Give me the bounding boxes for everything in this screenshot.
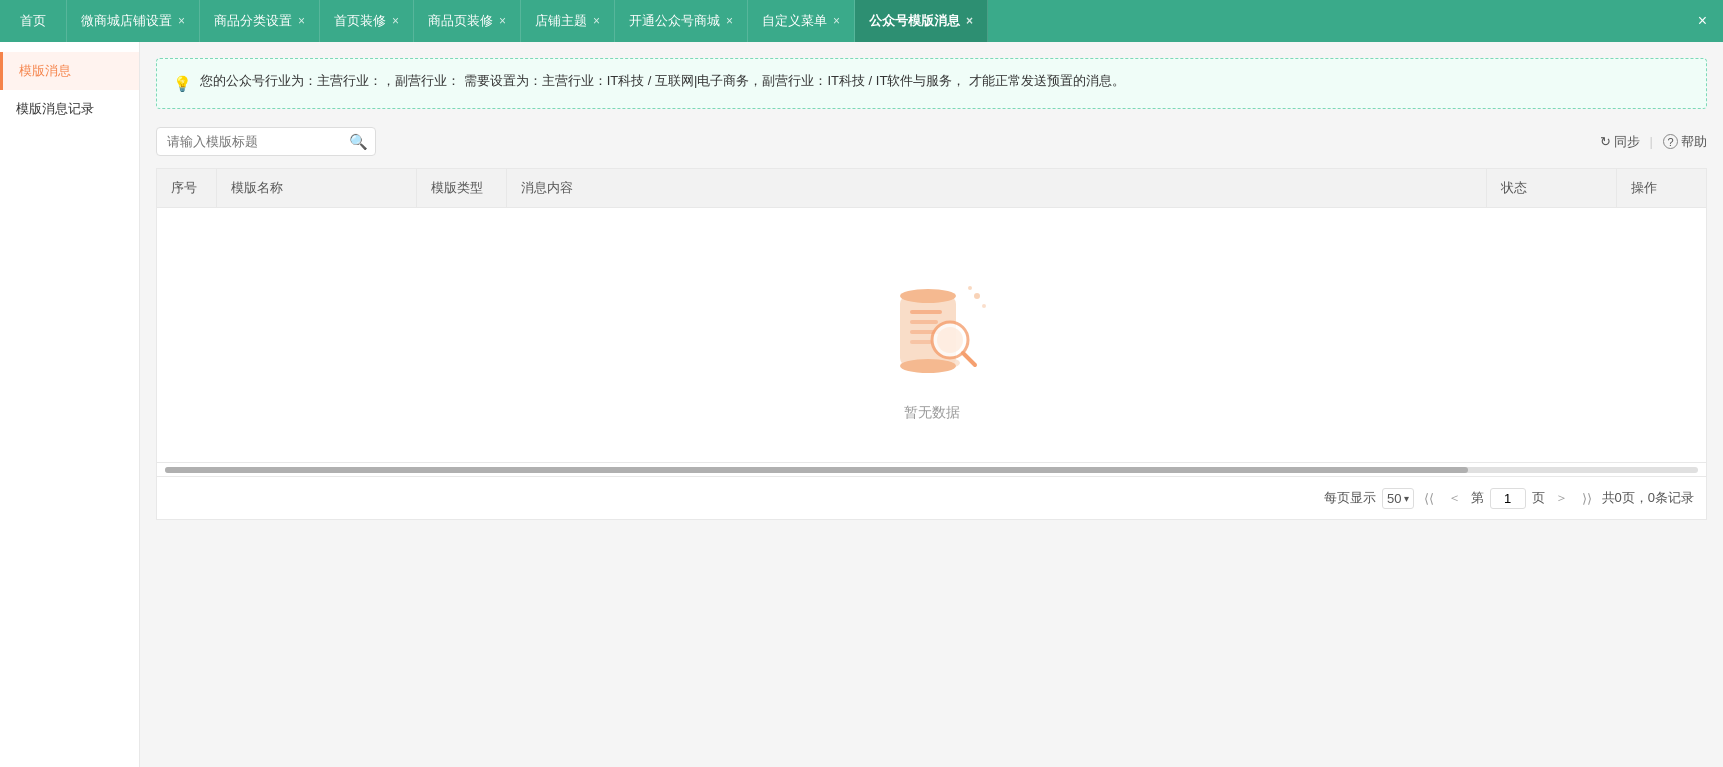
sidebar-item-template-record[interactable]: 模版消息记录 <box>0 90 139 128</box>
search-input[interactable] <box>156 127 376 156</box>
data-table: 序号 模版名称 模版类型 消息内容 状态 操作 <box>156 168 1707 463</box>
nav-tab-theme[interactable]: 店铺主题 × <box>521 0 615 42</box>
content-area: 💡 您的公众号行业为：主营行业：，副营行业： 需要设置为：主营行业：IT科技 /… <box>140 42 1723 767</box>
close-tab-wshop[interactable]: × <box>178 14 185 28</box>
nav-tab-home[interactable]: 首页 <box>0 0 67 42</box>
nav-tab-custommenu[interactable]: 自定义菜单 × <box>748 0 855 42</box>
scrollbar-row <box>156 463 1707 477</box>
page-size-select[interactable]: 50 ▾ <box>1382 488 1413 509</box>
empty-icon <box>872 268 992 388</box>
scrollbar-track[interactable] <box>165 467 1698 473</box>
notice-text: 您的公众号行业为：主营行业：，副营行业： 需要设置为：主营行业：IT科技 / 互… <box>200 71 1125 92</box>
nav-tab-templatemsg[interactable]: 公众号模版消息 × <box>855 0 988 42</box>
first-page-button[interactable]: ⟨⟨ <box>1420 489 1438 508</box>
svg-rect-7 <box>910 340 932 344</box>
page-number-input[interactable] <box>1490 488 1526 509</box>
sync-icon: ↻ <box>1600 134 1611 149</box>
pagination: 每页显示 50 ▾ ⟨⟨ ＜ 第 页 ＞ ⟩⟩ 共0页，0条记录 <box>156 477 1707 520</box>
main-layout: 模版消息 模版消息记录 💡 您的公众号行业为：主营行业：，副营行业： 需要设置为… <box>0 42 1723 767</box>
search-bar: 🔍 ↻ 同步 | ? 帮助 <box>156 127 1707 156</box>
svg-line-10 <box>963 353 975 365</box>
next-page-button[interactable]: ＞ <box>1551 487 1572 509</box>
help-icon: ? <box>1663 134 1678 149</box>
col-name: 模版名称 <box>217 169 417 208</box>
svg-point-2 <box>900 289 956 303</box>
notice-icon: 💡 <box>173 72 192 96</box>
close-tab-custommenu[interactable]: × <box>833 14 840 28</box>
nav-tab-category[interactable]: 商品分类设置 × <box>200 0 320 42</box>
close-tab-theme[interactable]: × <box>593 14 600 28</box>
svg-point-11 <box>974 293 980 299</box>
scrollbar-thumb <box>165 467 1468 473</box>
search-input-wrap: 🔍 <box>156 127 376 156</box>
nav-tab-productpage[interactable]: 商品页装修 × <box>414 0 521 42</box>
svg-rect-4 <box>910 310 942 314</box>
toolbar-right: ↻ 同步 | ? 帮助 <box>1600 133 1707 151</box>
page-unit: 页 <box>1532 489 1545 507</box>
page-size-label: 每页显示 <box>1324 489 1376 507</box>
toolbar-divider: | <box>1650 134 1653 149</box>
total-info: 共0页，0条记录 <box>1602 489 1694 507</box>
sidebar-item-template-msg[interactable]: 模版消息 <box>0 52 139 90</box>
close-all-tabs[interactable]: × <box>1682 0 1723 42</box>
empty-state: 暂无数据 <box>157 208 1706 462</box>
col-status: 状态 <box>1487 169 1617 208</box>
svg-point-9 <box>937 327 963 353</box>
close-tab-productpage[interactable]: × <box>499 14 506 28</box>
col-content: 消息内容 <box>507 169 1487 208</box>
sync-button[interactable]: ↻ 同步 <box>1600 133 1640 151</box>
close-tab-mall[interactable]: × <box>726 14 733 28</box>
search-icon[interactable]: 🔍 <box>349 133 368 151</box>
svg-point-12 <box>982 304 986 308</box>
col-type: 模版类型 <box>417 169 507 208</box>
notice-box: 💡 您的公众号行业为：主营行业：，副营行业： 需要设置为：主营行业：IT科技 /… <box>156 58 1707 109</box>
close-tab-homepage[interactable]: × <box>392 14 399 28</box>
col-seq: 序号 <box>157 169 217 208</box>
chevron-down-icon: ▾ <box>1404 493 1409 504</box>
top-navigation: 首页 微商城店铺设置 × 商品分类设置 × 首页装修 × 商品页装修 × 店铺主… <box>0 0 1723 42</box>
svg-point-3 <box>900 359 956 373</box>
page-label: 第 <box>1471 489 1484 507</box>
help-button[interactable]: ? 帮助 <box>1663 133 1707 151</box>
nav-tab-homepage[interactable]: 首页装修 × <box>320 0 414 42</box>
last-page-button[interactable]: ⟩⟩ <box>1578 489 1596 508</box>
svg-point-13 <box>968 286 972 290</box>
empty-text: 暂无数据 <box>157 404 1706 422</box>
col-action: 操作 <box>1617 169 1707 208</box>
close-tab-category[interactable]: × <box>298 14 305 28</box>
sidebar: 模版消息 模版消息记录 <box>0 42 140 767</box>
close-tab-templatemsg[interactable]: × <box>966 14 973 28</box>
nav-tab-wshop[interactable]: 微商城店铺设置 × <box>67 0 200 42</box>
svg-rect-5 <box>910 320 938 324</box>
nav-tab-mall[interactable]: 开通公众号商城 × <box>615 0 748 42</box>
prev-page-button[interactable]: ＜ <box>1444 487 1465 509</box>
